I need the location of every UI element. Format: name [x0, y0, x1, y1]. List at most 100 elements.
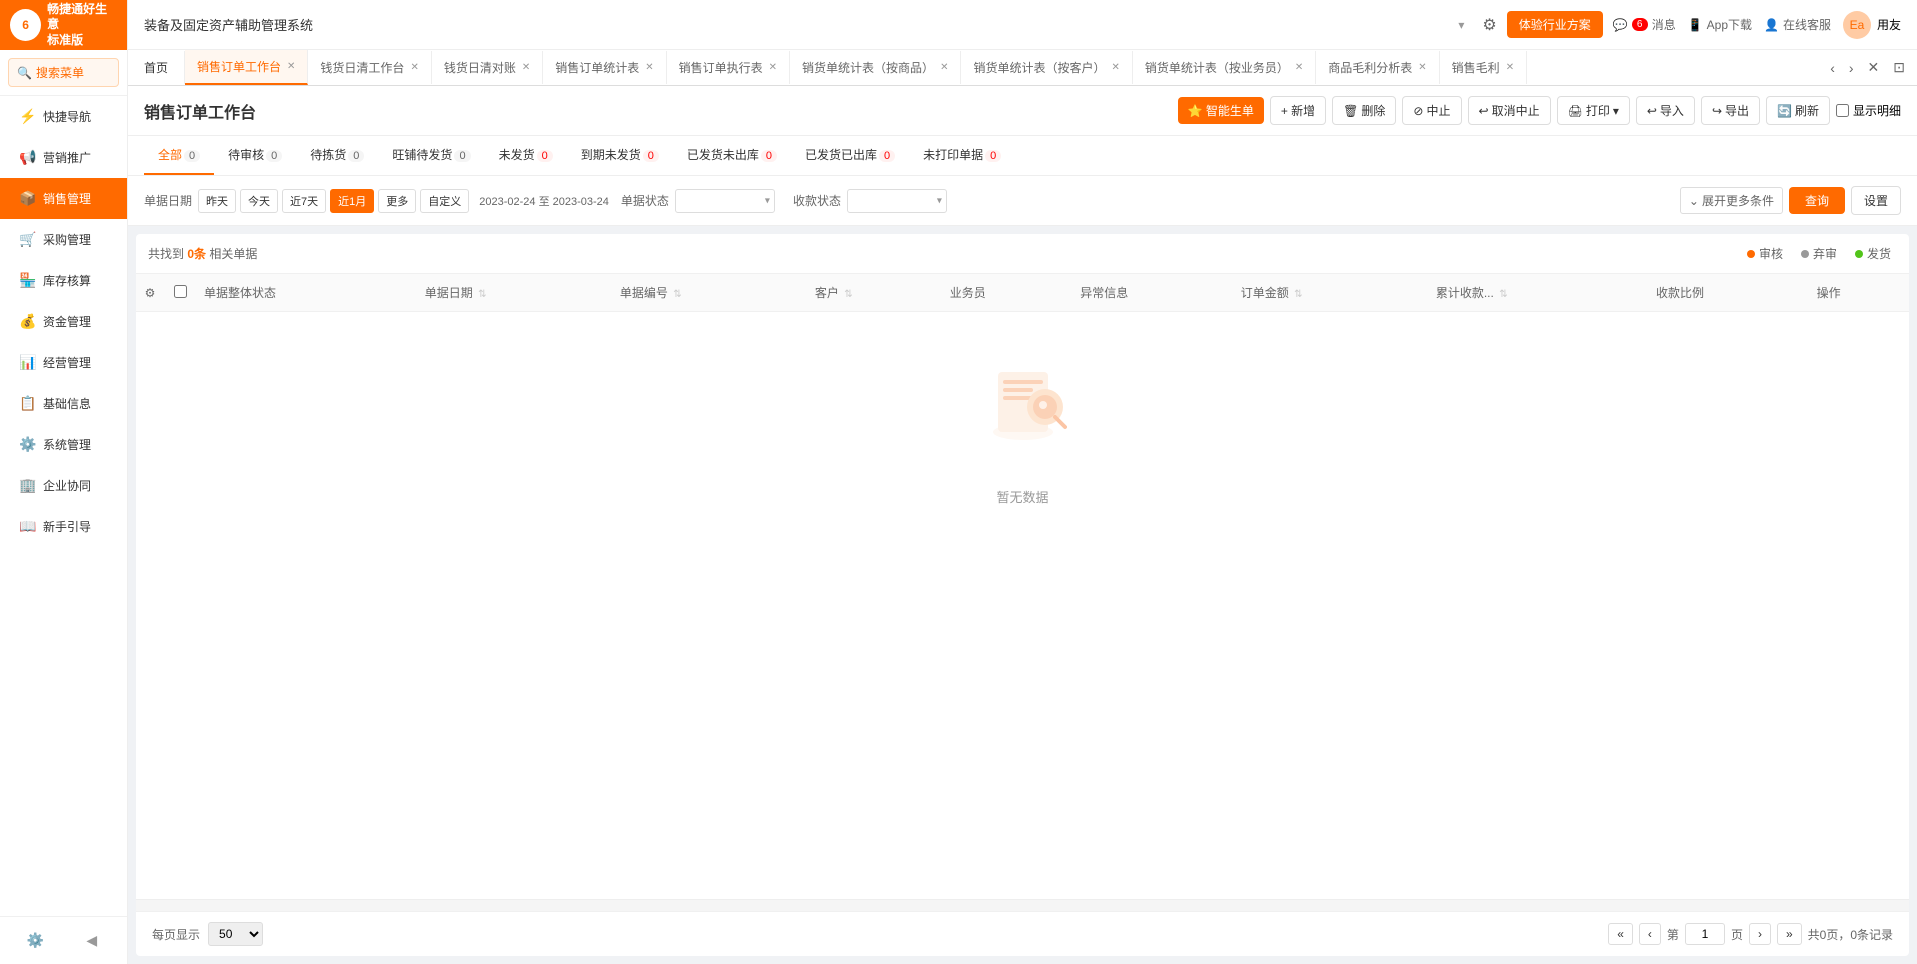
add-button[interactable]: + 新增 [1270, 96, 1326, 125]
page-input[interactable] [1685, 923, 1725, 945]
cancel-stop-button[interactable]: ↩ 取消中止 [1468, 96, 1551, 125]
online-service-button[interactable]: 👤 在线客服 [1764, 16, 1831, 33]
tab-close-sales-summary-customer[interactable]: ✕ [1111, 62, 1119, 73]
collected-sort-icon[interactable]: ⇅ [1499, 289, 1507, 300]
tab-sales-summary-product[interactable]: 销货单统计表（按商品） ✕ [790, 51, 961, 84]
date-btn-more[interactable]: 更多 [378, 189, 416, 213]
tab-close-cash-reconcile[interactable]: ✕ [522, 62, 530, 73]
tab-close-all-button[interactable]: ✕ [1862, 55, 1886, 80]
tab-sales-summary-customer[interactable]: 销货单统计表（按客户） ✕ [961, 51, 1132, 84]
tab-prev-button[interactable]: ‹ [1824, 56, 1841, 80]
tab-next-button[interactable]: › [1843, 56, 1860, 80]
filter-row: 单据日期 昨天 今天 近7天 近1月 更多 自定义 2023-02-24 至 2… [144, 186, 1901, 215]
filter-tab-all[interactable]: 全部0 [144, 136, 214, 175]
print-button[interactable]: 🖨 打印 ▾ [1557, 96, 1630, 125]
status-select[interactable] [675, 189, 775, 213]
search-menu-button[interactable]: 🔍 搜索菜单 [8, 58, 119, 87]
sidebar-item-finance[interactable]: 💰 资金管理 [0, 301, 127, 342]
filter-tab-unshipped[interactable]: 未发货0 [485, 136, 567, 175]
per-page-select[interactable]: 50 100 200 [208, 922, 263, 946]
sidebar-item-sales[interactable]: 📦 销售管理 [0, 178, 127, 219]
date-btn-1month[interactable]: 近1月 [330, 189, 374, 213]
inventory-icon: 🏪 [19, 272, 35, 289]
sidebar-item-basic-info[interactable]: 📋 基础信息 [0, 383, 127, 424]
tab-sales-stats[interactable]: 销售订单统计表 ✕ [543, 51, 666, 84]
ship-action-button[interactable]: 发货 [1849, 242, 1897, 265]
refresh-button[interactable]: 🔄 刷新 [1766, 96, 1830, 125]
tab-close-gross-margin[interactable]: ✕ [1418, 62, 1426, 73]
customer-sort-icon[interactable]: ⇅ [844, 289, 852, 300]
page-last-button[interactable]: » [1777, 923, 1802, 945]
date-btn-today[interactable]: 今天 [240, 189, 278, 213]
expand-filter-button[interactable]: ⌄ 展开更多条件 [1680, 187, 1783, 214]
sidebar-item-system[interactable]: ⚙️ 系统管理 [0, 424, 127, 465]
date-btn-custom[interactable]: 自定义 [420, 189, 469, 213]
tab-close-sales-workbench[interactable]: ✕ [287, 61, 295, 72]
tab-close-cash-clear[interactable]: ✕ [410, 62, 418, 73]
industry-solution-button[interactable]: 体验行业方案 [1507, 11, 1603, 38]
settings-filter-button[interactable]: 设置 [1851, 186, 1901, 215]
date-sort-icon[interactable]: ⇅ [478, 289, 486, 300]
smart-create-button[interactable]: ⭐ 智能生单 [1178, 97, 1264, 124]
date-btn-7days[interactable]: 近7天 [282, 189, 326, 213]
collapse-button[interactable]: ◀ [67, 927, 118, 954]
finance-icon: 💰 [19, 313, 35, 330]
tab-sales-summary-staff[interactable]: 销货单统计表（按业务员） ✕ [1133, 51, 1316, 84]
filter-tab-wangpu[interactable]: 旺铺待发货0 [378, 136, 484, 175]
tab-cash-reconcile[interactable]: 钱货日清对账 ✕ [432, 51, 543, 84]
sidebar-item-guide[interactable]: 📖 新手引导 [0, 506, 127, 547]
number-sort-icon[interactable]: ⇅ [673, 289, 681, 300]
filter-tab-expired-unshipped[interactable]: 到期未发货0 [567, 136, 673, 175]
tab-home[interactable]: 首页 [128, 51, 185, 84]
filter-tab-shipped-out[interactable]: 已发货已出库0 [791, 136, 909, 175]
app-download-button[interactable]: 📱 App下载 [1688, 16, 1752, 33]
tab-close-sales-summary-staff[interactable]: ✕ [1295, 62, 1303, 73]
tab-close-sales-summary-product[interactable]: ✕ [940, 62, 948, 73]
page-first-button[interactable]: « [1608, 923, 1633, 945]
horizontal-scrollbar[interactable] [136, 899, 1909, 911]
review-action-button[interactable]: 审核 [1741, 242, 1789, 265]
sidebar-item-enterprise[interactable]: 🏢 企业协同 [0, 465, 127, 506]
show-detail-checkbox[interactable] [1836, 104, 1849, 117]
page-prev-button[interactable]: ‹ [1639, 923, 1661, 945]
filter-tab-shipped-not-out[interactable]: 已发货未出库0 [673, 136, 791, 175]
settings-bottom-button[interactable]: ⚙️ [10, 927, 61, 954]
page-next-button[interactable]: › [1749, 923, 1771, 945]
filter-tab-pending-review[interactable]: 待审核0 [214, 136, 296, 175]
tab-gross-margin[interactable]: 商品毛利分析表 ✕ [1316, 51, 1439, 84]
query-button[interactable]: 查询 [1789, 187, 1845, 214]
amount-sort-icon[interactable]: ⇅ [1294, 289, 1302, 300]
column-settings-icon[interactable]: ⚙ [145, 286, 156, 300]
sidebar-item-quick-nav[interactable]: ⚡ 快捷导航 [0, 96, 127, 137]
select-all-checkbox[interactable] [174, 285, 187, 298]
tab-maximize-button[interactable]: ⊡ [1887, 55, 1911, 80]
import-button[interactable]: ↩ 导入 [1636, 96, 1695, 125]
guide-icon: 📖 [19, 518, 35, 535]
message-icon: 💬 [1613, 18, 1628, 32]
payment-select[interactable] [847, 189, 947, 213]
message-button[interactable]: 💬 6 消息 [1613, 16, 1676, 33]
stop-button[interactable]: ⊘ 中止 [1402, 96, 1461, 125]
date-btn-yesterday[interactable]: 昨天 [198, 189, 236, 213]
sidebar-item-inventory[interactable]: 🏪 库存核算 [0, 260, 127, 301]
tab-close-sales-exec[interactable]: ✕ [769, 62, 777, 73]
filter-tab-pending-inspect[interactable]: 待拣货0 [296, 136, 378, 175]
tab-close-sales-stats[interactable]: ✕ [645, 62, 653, 73]
show-detail-checkbox-label[interactable]: 显示明细 [1836, 102, 1901, 119]
sidebar-item-operations[interactable]: 📊 经营管理 [0, 342, 127, 383]
tab-sales-workbench[interactable]: 销售订单工作台 ✕ [185, 50, 308, 85]
tab-close-sales-more[interactable]: ✕ [1506, 62, 1514, 73]
tab-sales-more[interactable]: 销售毛利 ✕ [1440, 51, 1527, 84]
sidebar-item-marketing[interactable]: 📢 营销推广 [0, 137, 127, 178]
filter-tab-unprinted[interactable]: 未打印单据0 [909, 136, 1015, 175]
tab-cash-clear[interactable]: 钱货日清工作台 ✕ [308, 51, 431, 84]
user-menu[interactable]: Ea 用友 [1843, 11, 1901, 39]
print-dropdown-icon: ▾ [1613, 104, 1619, 118]
cancel-review-action-button[interactable]: 弃审 [1795, 242, 1843, 265]
export-button[interactable]: ↪ 导出 [1701, 96, 1760, 125]
settings-header-icon[interactable]: ⚙ [1482, 15, 1496, 35]
tab-sales-exec[interactable]: 销售订单执行表 ✕ [667, 51, 790, 84]
delete-button[interactable]: 🗑 删除 [1332, 96, 1396, 125]
sidebar-item-purchase[interactable]: 🛒 采购管理 [0, 219, 127, 260]
data-table: ⚙ 单据整体状态 单据日期 ⇅ [136, 274, 1909, 312]
